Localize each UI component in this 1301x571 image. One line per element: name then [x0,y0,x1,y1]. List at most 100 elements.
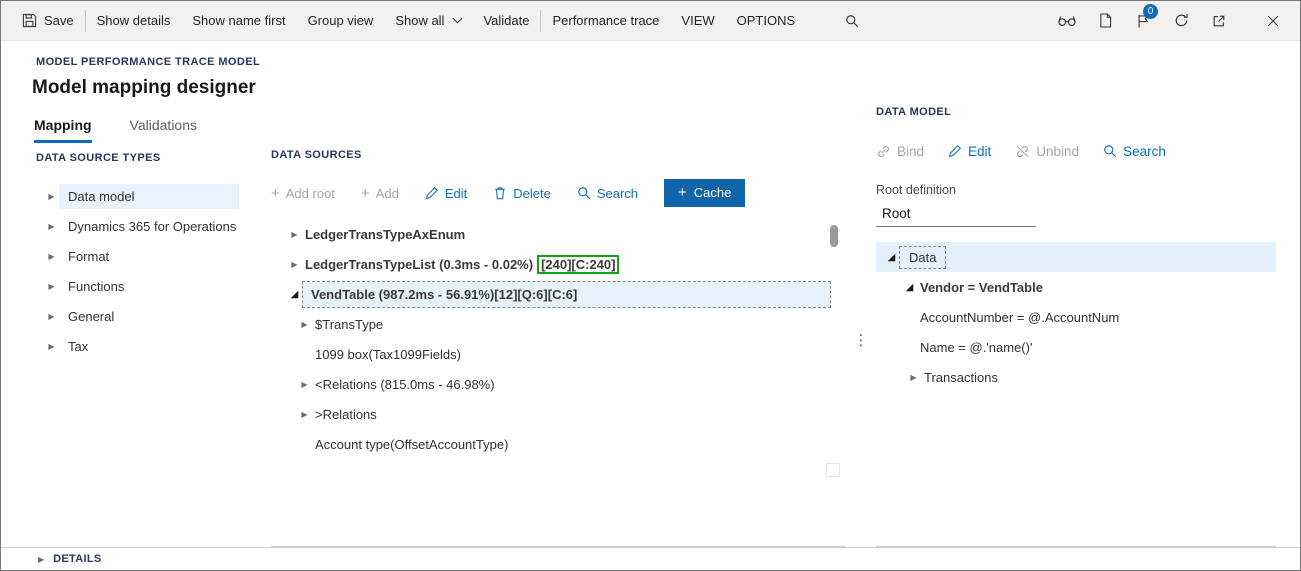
tree-item-label: General [68,308,115,324]
save-button[interactable]: Save [11,1,85,41]
window-controls: 0 [1050,3,1290,38]
page-caption: MODEL PERFORMANCE TRACE MODEL [36,56,261,68]
tree-item-ledgertranstypelist[interactable]: ▶ LedgerTransTypeList (0.3ms - 0.02%) [2… [271,249,846,279]
validate-button[interactable]: Validate [472,1,540,41]
root-definition-input[interactable] [876,201,1036,227]
search-sources-button[interactable]: Search [577,186,638,201]
tree-item-label: Transactions [924,369,998,385]
add-root-button[interactable]: + Add root [271,186,335,201]
tree-item-ledgertranstypeaxenum[interactable]: ▶ LedgerTransTypeAxEnum [271,219,846,249]
tree-item-tax[interactable]: ▶ Tax [36,331,251,361]
edit-label: Edit [444,185,468,201]
options-menu[interactable]: OPTIONS [726,1,807,41]
add-label: Add [375,185,399,201]
data-sources-heading: DATA SOURCES [271,149,362,161]
unbind-button[interactable]: Unbind [1015,144,1079,159]
chevron-right-icon[interactable]: ▶ [38,555,44,564]
show-all-dropdown[interactable]: Show all [384,1,472,41]
delete-button[interactable]: Delete [493,186,551,201]
tree-item-label: Functions [68,278,125,294]
task-recorder-button[interactable] [1088,4,1122,38]
group-view-button[interactable]: Group view [297,1,385,41]
notification-badge: 0 [1143,3,1158,19]
chevron-right-icon[interactable]: ▶ [44,312,59,321]
tree-item-general[interactable]: ▶ General [36,301,251,331]
tree-item-1099-box[interactable]: ▶ 1099 box(Tax1099Fields) [271,339,846,369]
chevron-right-icon[interactable]: ▶ [44,282,59,291]
chevron-right-icon[interactable]: ▶ [44,252,59,261]
options-label: OPTIONS [736,13,796,28]
tree-item-relations-out[interactable]: ▶ >Relations [271,399,846,429]
tree-item-vendtable[interactable]: ◢ VendTable (987.2ms - 56.91%)[12][Q:6][… [271,279,846,309]
tree-item-format[interactable]: ▶ Format [36,241,251,271]
tree-item-accountnumber[interactable]: ▶ AccountNumber = @.AccountNum [876,302,1276,332]
show-details-button[interactable]: Show details [86,1,182,41]
chevron-right-icon[interactable]: ▶ [297,380,312,389]
search-icon [577,186,591,200]
bind-button[interactable]: Bind [876,144,924,159]
tree-item-transactions[interactable]: ▶ Transactions [876,362,1276,392]
chevron-right-icon[interactable]: ▶ [287,260,302,269]
edit-model-button[interactable]: Edit [948,144,991,159]
tab-validations[interactable]: Validations [130,117,197,143]
show-name-first-label: Show name first [192,13,286,28]
view-settings-button[interactable] [1050,4,1084,38]
refresh-button[interactable] [1164,4,1198,38]
tree-item-data-model[interactable]: ▶ Data model [36,181,251,211]
unlink-icon [1015,144,1030,159]
data-model-panel: DATA MODEL Bind Edit Unbind Search Root … [876,106,1276,547]
tree-item-dynamics-365[interactable]: ▶ Dynamics 365 for Operations [36,211,251,241]
cache-button[interactable]: + Cache [664,179,746,207]
chevron-right-icon[interactable]: ▶ [44,342,59,351]
root-definition-label: Root definition [876,183,956,197]
tree-item-transtype[interactable]: ▶ $TransType [271,309,846,339]
tree-item-functions[interactable]: ▶ Functions [36,271,251,301]
chevron-down-icon [453,13,463,24]
chevron-right-icon[interactable]: ▶ [906,373,921,382]
chevron-right-icon[interactable]: ▶ [297,320,312,329]
search-label: Search [1123,143,1166,159]
chevron-expanded-icon[interactable]: ◢ [287,289,302,300]
tree-item-name[interactable]: ▶ Name = @.'name()' [876,332,1276,362]
tree-item-label: LedgerTransTypeAxEnum [305,226,466,242]
view-menu[interactable]: VIEW [670,1,725,41]
panel-splitter-handle[interactable]: ⋮ [854,323,869,357]
notifications-button[interactable]: 0 [1126,3,1160,38]
search-model-button[interactable]: Search [1103,144,1166,159]
chevron-right-icon[interactable]: ▶ [44,222,59,231]
document-icon [1099,13,1112,28]
edit-button[interactable]: Edit [425,186,467,201]
search-button[interactable] [834,1,870,41]
performance-trace-label: Performance trace [552,13,660,28]
delete-label: Delete [513,185,551,201]
performance-trace-button[interactable]: Performance trace [541,1,670,41]
add-button[interactable]: + Add [361,186,399,201]
tree-item-label: >Relations [315,406,377,422]
scrollbar-thumb[interactable] [830,225,838,247]
plus-icon: + [678,184,687,201]
close-button[interactable] [1256,4,1290,38]
tree-item-label: Account type(OffsetAccountType) [315,436,509,452]
chevron-expanded-icon[interactable]: ◢ [902,282,917,293]
app-window: Save Show details Show name first Group … [0,0,1301,571]
chevron-right-icon[interactable]: ▶ [44,192,59,201]
chevron-right-icon[interactable]: ▶ [287,230,302,239]
chevron-right-icon[interactable]: ▶ [297,410,312,419]
pencil-icon [425,186,439,200]
show-name-first-button[interactable]: Show name first [181,1,296,41]
details-heading: DETAILS [53,553,102,565]
tree-item-account-type[interactable]: ▶ Account type(OffsetAccountType) [271,429,846,459]
tree-item-relations-in[interactable]: ▶ <Relations (815.0ms - 46.98%) [271,369,846,399]
tree-item-vendor[interactable]: ◢ Vendor = VendTable [876,272,1276,302]
tab-strip: Mapping Validations [34,117,197,143]
tree-item-data[interactable]: ◢ Data [876,242,1276,272]
tree-item-label: AccountNumber = @.AccountNum [920,309,1120,325]
tree-item-label: <Relations (815.0ms - 46.98%) [315,376,495,392]
details-section[interactable]: ▶ DETAILS [1,547,1300,570]
open-in-new-window-button[interactable] [1202,4,1236,38]
chevron-expanded-icon[interactable]: ◢ [884,252,899,263]
pencil-icon [948,144,962,158]
resize-grip[interactable] [826,463,840,477]
tab-mapping[interactable]: Mapping [34,117,92,143]
data-sources-tree: ▶ LedgerTransTypeAxEnum ▶ LedgerTransTyp… [271,219,846,459]
